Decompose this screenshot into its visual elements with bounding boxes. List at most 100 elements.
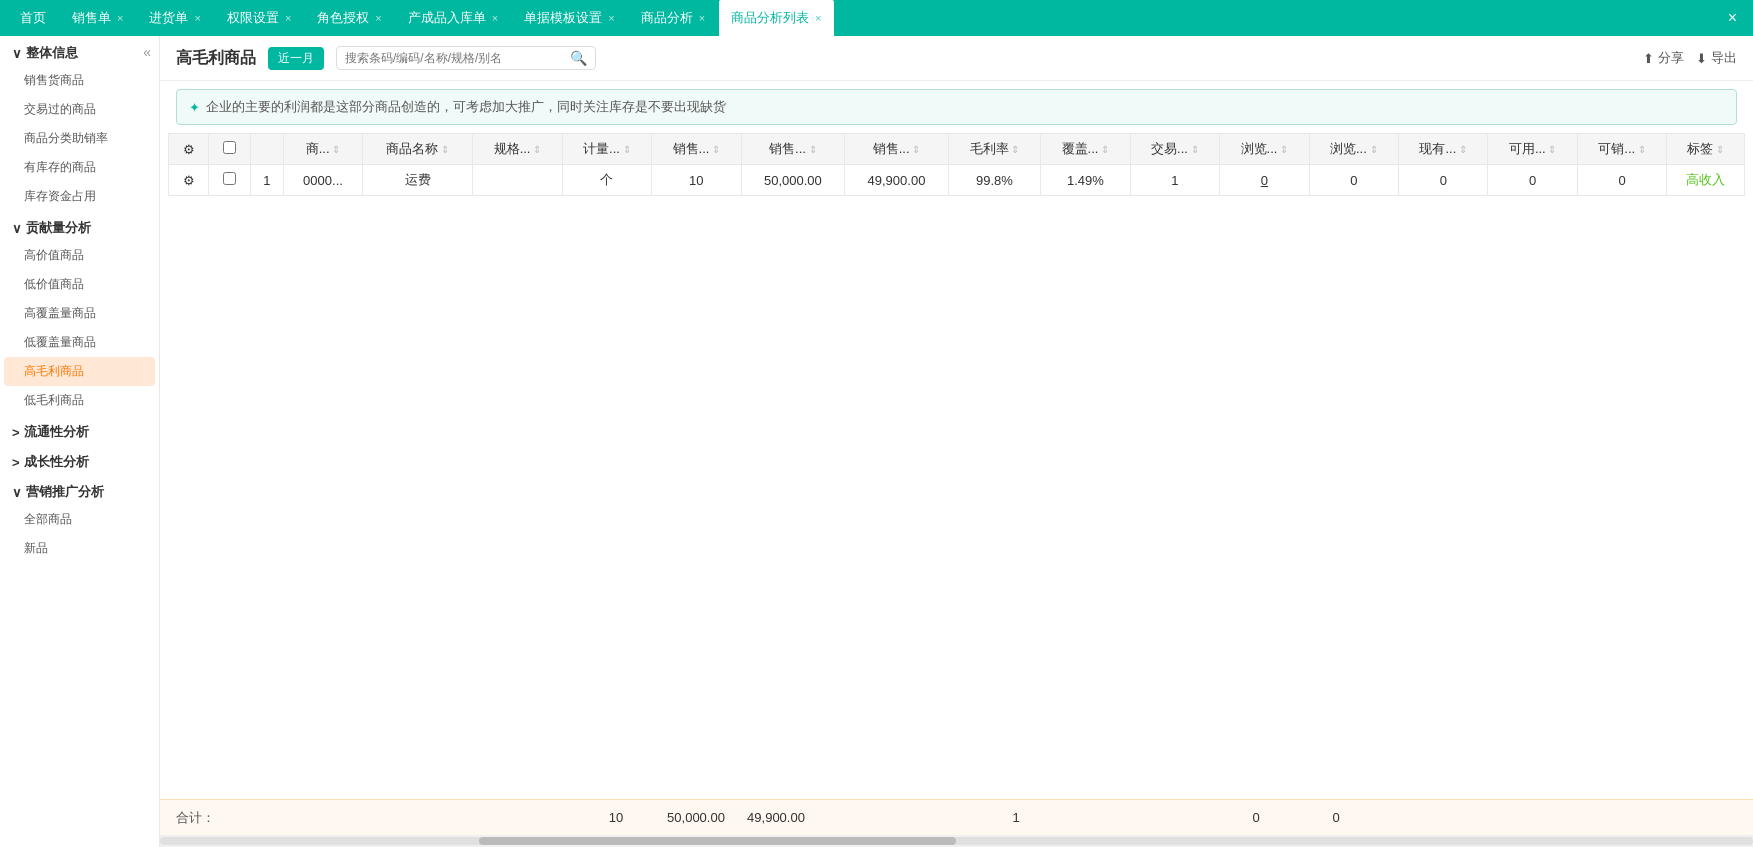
nav-close-icon-8[interactable]: × — [815, 12, 821, 24]
sidebar-item-1-4[interactable]: 高毛利商品 — [4, 357, 155, 386]
cell-settings-0: ⚙ — [169, 165, 209, 196]
sort-icon[interactable]: ⇕ — [620, 144, 631, 155]
sidebar-group-3[interactable]: >成长性分析 — [0, 445, 159, 475]
cell-gross_margin-0: 99.8% — [948, 165, 1040, 196]
sort-icon[interactable]: ⇕ — [709, 144, 720, 155]
footer-sales-amount: 50,000.00 — [656, 810, 736, 825]
cell-current_stock-0: 0 — [1399, 165, 1488, 196]
cell-sales_profit-0: 49,900.00 — [845, 165, 949, 196]
cell-sales_amount-0: 50,000.00 — [741, 165, 845, 196]
nav-close-icon-7[interactable]: × — [699, 12, 705, 24]
sort-icon[interactable]: ⇕ — [1635, 144, 1646, 155]
sidebar-group-0[interactable]: ∨整体信息 — [0, 36, 159, 66]
sidebar-item-1-0[interactable]: 高价值商品 — [0, 241, 159, 270]
group-label: 成长性分析 — [24, 453, 89, 471]
th-label: 商品名称 — [386, 141, 438, 156]
sidebar-item-0-2[interactable]: 商品分类助销率 — [0, 124, 159, 153]
sort-icon[interactable]: ⇕ — [1277, 144, 1288, 155]
time-filter-btn[interactable]: 近一月 — [268, 47, 324, 70]
scroll-bar-track[interactable] — [160, 837, 1753, 845]
sidebar-collapse-btn[interactable]: « — [143, 44, 151, 60]
footer-bar: 合计： 10 50,000.00 49,900.00 1 0 0 — [160, 799, 1753, 835]
sort-icon[interactable]: ⇕ — [1546, 144, 1557, 155]
header-actions: ⬆ 分享 ⬇ 导出 — [1643, 49, 1737, 67]
footer-trade: 1 — [976, 810, 1056, 825]
scroll-bar-thumb[interactable] — [479, 837, 957, 845]
th-label: 销售... — [873, 141, 910, 156]
nav-item-7[interactable]: 商品分析× — [629, 0, 717, 36]
arrow-icon: ∨ — [12, 46, 22, 61]
nav-close-icon-4[interactable]: × — [375, 12, 381, 24]
nav-item-5[interactable]: 产成品入库单× — [396, 0, 510, 36]
sidebar-item-0-1[interactable]: 交易过的商品 — [0, 95, 159, 124]
sidebar-item-4-1[interactable]: 新品 — [0, 534, 159, 563]
sort-icon[interactable]: ⇕ — [530, 144, 541, 155]
page-title: 高毛利商品 — [176, 48, 256, 69]
sidebar-group-4[interactable]: ∨营销推广分析 — [0, 475, 159, 505]
sort-icon[interactable]: ⇕ — [1188, 144, 1199, 155]
nav-item-1[interactable]: 销售单× — [60, 0, 135, 36]
sidebar-item-1-3[interactable]: 低覆盖量商品 — [0, 328, 159, 357]
sort-icon[interactable]: ⇕ — [1367, 144, 1378, 155]
scroll-bar-wrapper[interactable] — [160, 835, 1753, 847]
select-all-checkbox[interactable] — [223, 141, 236, 154]
table-row-0[interactable]: ⚙10000...运费个1050,000.0049,900.0099.8%1.4… — [169, 165, 1745, 196]
sidebar-group-1[interactable]: ∨贡献量分析 — [0, 211, 159, 241]
sort-icon[interactable]: ⇕ — [1009, 144, 1020, 155]
footer-sales-qty: 10 — [576, 810, 656, 825]
export-btn[interactable]: ⬇ 导出 — [1696, 49, 1737, 67]
top-nav: 首页销售单×进货单×权限设置×角色授权×产成品入库单×单据模板设置×商品分析×商… — [0, 0, 1753, 36]
table-head: ⚙商... ⇕商品名称 ⇕规格... ⇕计量... ⇕销售... ⇕销售... … — [169, 134, 1745, 165]
sidebar-item-0-3[interactable]: 有库存的商品 — [0, 153, 159, 182]
sidebar-item-4-0[interactable]: 全部商品 — [0, 505, 159, 534]
sort-icon[interactable]: ⇕ — [910, 144, 921, 155]
nav-item-6[interactable]: 单据模板设置× — [512, 0, 626, 36]
window-close-btn[interactable]: × — [1720, 5, 1745, 31]
sort-icon[interactable]: ⇕ — [1713, 144, 1724, 155]
sort-icon[interactable]: ⇕ — [806, 144, 817, 155]
nav-item-3[interactable]: 权限设置× — [215, 0, 303, 36]
sort-icon[interactable]: ⇕ — [438, 144, 449, 155]
row-settings-icon[interactable]: ⚙ — [183, 173, 195, 188]
group-label: 流通性分析 — [24, 423, 89, 441]
sidebar-item-1-1[interactable]: 低价值商品 — [0, 270, 159, 299]
share-icon: ⬆ — [1643, 51, 1654, 66]
th-settings[interactable]: ⚙ — [169, 134, 209, 165]
sort-icon[interactable]: ⇕ — [330, 144, 341, 155]
nav-close-icon-5[interactable]: × — [492, 12, 498, 24]
nav-close-icon-6[interactable]: × — [608, 12, 614, 24]
cell-sellable_stock-0: 0 — [1577, 165, 1666, 196]
row-checkbox[interactable] — [223, 172, 236, 185]
nav-item-8[interactable]: 商品分析列表× — [719, 0, 833, 36]
th-name: 商品名称 ⇕ — [362, 134, 472, 165]
nav-item-0[interactable]: 首页 — [8, 0, 58, 36]
sidebar-item-1-2[interactable]: 高覆盖量商品 — [0, 299, 159, 328]
nav-close-icon-3[interactable]: × — [285, 12, 291, 24]
cell-sales_qty-0: 10 — [652, 165, 741, 196]
nav-item-4[interactable]: 角色授权× — [305, 0, 393, 36]
sidebar-group-2[interactable]: >流通性分析 — [0, 415, 159, 445]
nav-close-icon-1[interactable]: × — [117, 12, 123, 24]
search-input[interactable] — [345, 51, 564, 65]
content-area: 高毛利商品 近一月 🔍 ⬆ 分享 ⬇ 导出 ✦ 企业的主要的利润都是这部分商品创… — [160, 36, 1753, 847]
sidebar-item-0-0[interactable]: 销售货商品 — [0, 66, 159, 95]
info-icon: ✦ — [189, 100, 200, 115]
th-unit: 计量... ⇕ — [562, 134, 651, 165]
search-icon[interactable]: 🔍 — [570, 50, 587, 66]
view-link[interactable]: 0 — [1261, 173, 1268, 188]
sidebar-item-1-5[interactable]: 低毛利商品 — [0, 386, 159, 415]
th-gross_margin: 毛利率 ⇕ — [948, 134, 1040, 165]
table-container[interactable]: ⚙商... ⇕商品名称 ⇕规格... ⇕计量... ⇕销售... ⇕销售... … — [160, 133, 1753, 799]
sort-icon[interactable]: ⇕ — [1456, 144, 1467, 155]
th-trade: 交易... ⇕ — [1130, 134, 1219, 165]
share-btn[interactable]: ⬆ 分享 — [1643, 49, 1684, 67]
sort-icon[interactable]: ⇕ — [1098, 144, 1109, 155]
nav-item-2[interactable]: 进货单× — [137, 0, 212, 36]
th-available_stock: 可用... ⇕ — [1488, 134, 1577, 165]
nav-close-icon-2[interactable]: × — [194, 12, 200, 24]
header-row: ⚙商... ⇕商品名称 ⇕规格... ⇕计量... ⇕销售... ⇕销售... … — [169, 134, 1745, 165]
sidebar-item-0-4[interactable]: 库存资金占用 — [0, 182, 159, 211]
arrow-icon: ∨ — [12, 221, 22, 236]
sidebar: « ∨整体信息销售货商品交易过的商品商品分类助销率有库存的商品库存资金占用∨贡献… — [0, 36, 160, 847]
footer-total-label: 合计： — [176, 809, 256, 827]
